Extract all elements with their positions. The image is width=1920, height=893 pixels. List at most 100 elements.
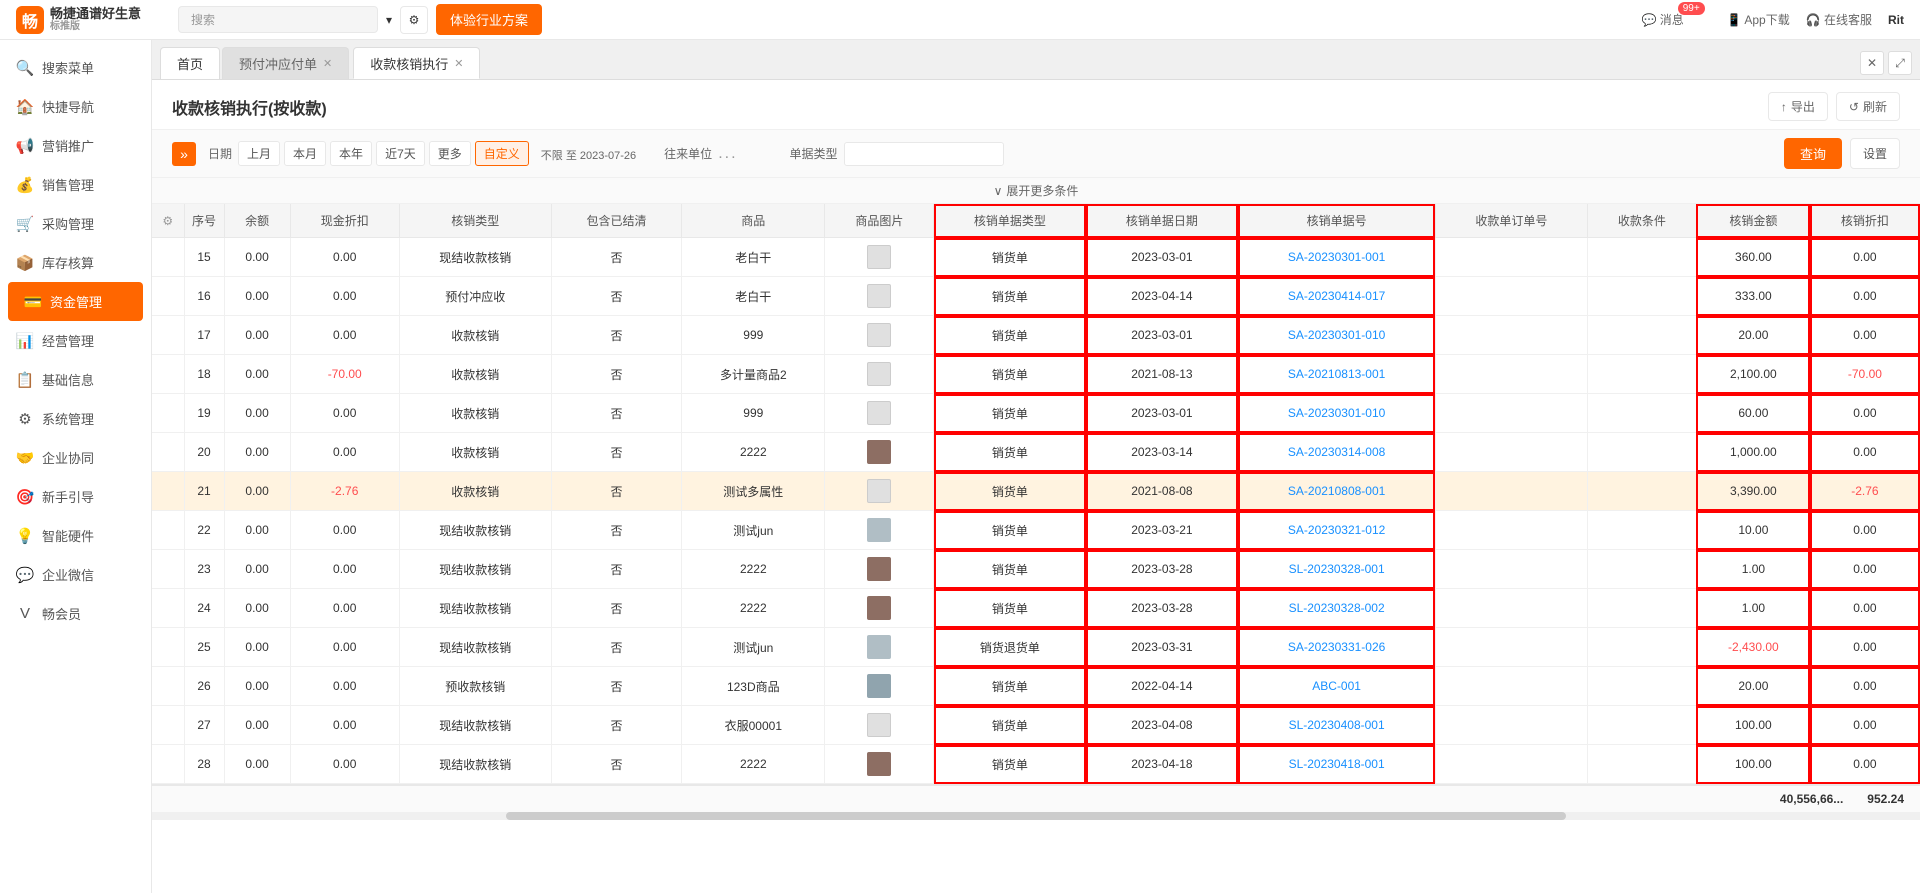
query-button[interactable]: 查询 bbox=[1784, 138, 1842, 169]
partner-input[interactable]: ... bbox=[718, 145, 737, 163]
online-service[interactable]: 🎧 在线客服 bbox=[1806, 11, 1872, 28]
sidebar-item-hardware[interactable]: 💡 智能硬件 bbox=[0, 516, 151, 555]
cell-bill-type: 销货单 bbox=[934, 745, 1086, 784]
sidebar-item-nav[interactable]: 🏠 快捷导航 bbox=[0, 87, 151, 126]
sidebar-item-guide[interactable]: 🎯 新手引导 bbox=[0, 477, 151, 516]
export-button[interactable]: ↑ 导出 bbox=[1768, 92, 1828, 121]
cell-included-settled: 否 bbox=[551, 472, 682, 511]
sidebar-item-inventory[interactable]: 📦 库存核算 bbox=[0, 243, 151, 282]
this-year-btn[interactable]: 本年 bbox=[330, 141, 372, 166]
gear-button[interactable]: ⚙ bbox=[400, 6, 428, 34]
more-date-btn[interactable]: 更多 bbox=[429, 141, 471, 166]
cell-goods: 2222 bbox=[682, 550, 825, 589]
bill-no-link[interactable]: SL-20230408-001 bbox=[1289, 718, 1385, 732]
footer-total-amount: 40,556,66... bbox=[1780, 792, 1843, 806]
bill-no-link[interactable]: ABC-001 bbox=[1312, 679, 1361, 693]
expand-more-icon: ∨ bbox=[994, 184, 1003, 198]
dropdown-toggle[interactable]: ▾ bbox=[386, 13, 392, 27]
message-icon[interactable]: 💬 消息99+ bbox=[1641, 11, 1710, 28]
sidebar-item-purchase[interactable]: 🛒 采购管理 bbox=[0, 204, 151, 243]
bill-no-link[interactable]: SA-20230301-010 bbox=[1288, 406, 1385, 420]
tab-receipt-cancel[interactable]: 收款核销执行 ✕ bbox=[353, 47, 480, 79]
expand-more-bar[interactable]: ∨ 展开更多条件 bbox=[152, 178, 1920, 204]
col-receipt-condition: 收款条件 bbox=[1587, 204, 1696, 238]
tab-expand-button[interactable]: ⤢ bbox=[1888, 51, 1912, 75]
cell-bill-date: 2023-04-14 bbox=[1086, 277, 1238, 316]
sidebar-item-member[interactable]: V 畅会员 bbox=[0, 594, 151, 633]
bill-no-link[interactable]: SL-20230418-001 bbox=[1289, 757, 1385, 771]
col-num: 序号 bbox=[184, 204, 224, 238]
cell-balance: 0.00 bbox=[224, 472, 290, 511]
this-month-btn[interactable]: 本月 bbox=[284, 141, 326, 166]
bill-no-link[interactable]: SL-20230328-002 bbox=[1289, 601, 1385, 615]
custom-date-btn[interactable]: 自定义 bbox=[475, 141, 529, 166]
date-range-display: 不限 至 2023-07-26 bbox=[541, 145, 636, 163]
sidebar-label-search: 搜索菜单 bbox=[42, 58, 94, 77]
cell-cancel-discount: 0.00 bbox=[1810, 394, 1919, 433]
bill-no-link[interactable]: SA-20210813-001 bbox=[1288, 367, 1385, 381]
refresh-button[interactable]: ↺ 刷新 bbox=[1836, 92, 1900, 121]
bill-no-link[interactable]: SA-20230321-012 bbox=[1288, 523, 1385, 537]
app-download[interactable]: 📱 App下载 bbox=[1727, 11, 1790, 28]
cell-cancel-discount: 0.00 bbox=[1810, 706, 1919, 745]
bill-no-link[interactable]: SA-20230301-001 bbox=[1288, 250, 1385, 264]
sidebar-item-system[interactable]: ⚙ 系统管理 bbox=[0, 399, 151, 438]
cell-receipt-order-no bbox=[1435, 589, 1587, 628]
sidebar-item-search[interactable]: 🔍 搜索菜单 bbox=[0, 48, 151, 87]
cell-cancel-discount: 0.00 bbox=[1810, 667, 1919, 706]
date-range-text: 不限 至 2023-07-26 bbox=[541, 147, 636, 163]
bill-no-link[interactable]: SA-20230331-026 bbox=[1288, 640, 1385, 654]
col-cancel-type: 核销类型 bbox=[399, 204, 551, 238]
last-7-days-btn[interactable]: 近7天 bbox=[376, 141, 425, 166]
cell-receipt-order-no bbox=[1435, 277, 1587, 316]
bill-no-link[interactable]: SA-20230314-008 bbox=[1288, 445, 1385, 459]
filter-expand-button[interactable]: » bbox=[172, 142, 196, 166]
cell-balance: 0.00 bbox=[224, 667, 290, 706]
bill-no-link[interactable]: SA-20230301-010 bbox=[1288, 328, 1385, 342]
cell-bill-date: 2023-03-21 bbox=[1086, 511, 1238, 550]
cell-num: 26 bbox=[184, 667, 224, 706]
bill-type-select[interactable] bbox=[844, 142, 1004, 166]
cell-cancel-discount: 0.00 bbox=[1810, 628, 1919, 667]
cell-cancel-discount: 0.00 bbox=[1810, 238, 1919, 277]
bill-no-link[interactable]: SA-20210808-001 bbox=[1288, 484, 1385, 498]
cell-goods-img bbox=[825, 316, 934, 355]
cell-bill-no: SA-20230314-008 bbox=[1238, 433, 1435, 472]
industry-button[interactable]: 体验行业方案 bbox=[436, 4, 542, 35]
cell-cancel-discount: -70.00 bbox=[1810, 355, 1919, 394]
cell-num: 20 bbox=[184, 433, 224, 472]
filter-bar: » 日期 上月 本月 本年 近7天 更多 自定义 不限 至 2023-07-26 bbox=[152, 130, 1920, 178]
cell-num: 16 bbox=[184, 277, 224, 316]
horizontal-scrollbar[interactable] bbox=[152, 812, 1920, 820]
sidebar-item-collab[interactable]: 🤝 企业协同 bbox=[0, 438, 151, 477]
settings-button[interactable]: 设置 bbox=[1850, 138, 1900, 169]
sidebar-item-sales[interactable]: 💰 销售管理 bbox=[0, 165, 151, 204]
cell-goods-img bbox=[825, 472, 934, 511]
col-gear[interactable]: ⚙ bbox=[152, 204, 184, 238]
tab-prepay-close[interactable]: ✕ bbox=[323, 57, 332, 70]
user-name[interactable]: Rit bbox=[1888, 13, 1904, 27]
tab-close-button[interactable]: ✕ bbox=[1860, 51, 1884, 75]
sidebar-item-operation[interactable]: 📊 经营管理 bbox=[0, 321, 151, 360]
tab-prepay[interactable]: 预付冲应付单 ✕ bbox=[222, 47, 349, 79]
tab-home[interactable]: 首页 bbox=[160, 47, 220, 79]
sidebar-label-collab: 企业协同 bbox=[42, 448, 94, 467]
sidebar-item-basic[interactable]: 📋 基础信息 bbox=[0, 360, 151, 399]
bill-no-link[interactable]: SA-20230414-017 bbox=[1288, 289, 1385, 303]
tab-receipt-cancel-close[interactable]: ✕ bbox=[454, 57, 463, 70]
cell-bill-no: SL-20230418-001 bbox=[1238, 745, 1435, 784]
sidebar-item-wechat[interactable]: 💬 企业微信 bbox=[0, 555, 151, 594]
collab-icon: 🤝 bbox=[16, 449, 34, 467]
sidebar-item-finance[interactable]: 💳 资金管理 bbox=[8, 282, 143, 321]
table-wrap[interactable]: ⚙ 序号 余额 现金折扣 核销类型 包含已结清 商品 商品图片 核销单据类型 核… bbox=[152, 204, 1920, 784]
sidebar-item-marketing[interactable]: 📢 营销推广 bbox=[0, 126, 151, 165]
search-bar[interactable]: 搜索 bbox=[178, 6, 378, 33]
cell-gear bbox=[152, 628, 184, 667]
bill-no-link[interactable]: SL-20230328-001 bbox=[1289, 562, 1385, 576]
cell-cancel-amount: 360.00 bbox=[1696, 238, 1810, 277]
cell-goods: 老白干 bbox=[682, 238, 825, 277]
search-menu-icon: 🔍 bbox=[16, 59, 34, 77]
last-month-btn[interactable]: 上月 bbox=[238, 141, 280, 166]
cell-cash-discount: 0.00 bbox=[290, 745, 399, 784]
cell-included-settled: 否 bbox=[551, 550, 682, 589]
